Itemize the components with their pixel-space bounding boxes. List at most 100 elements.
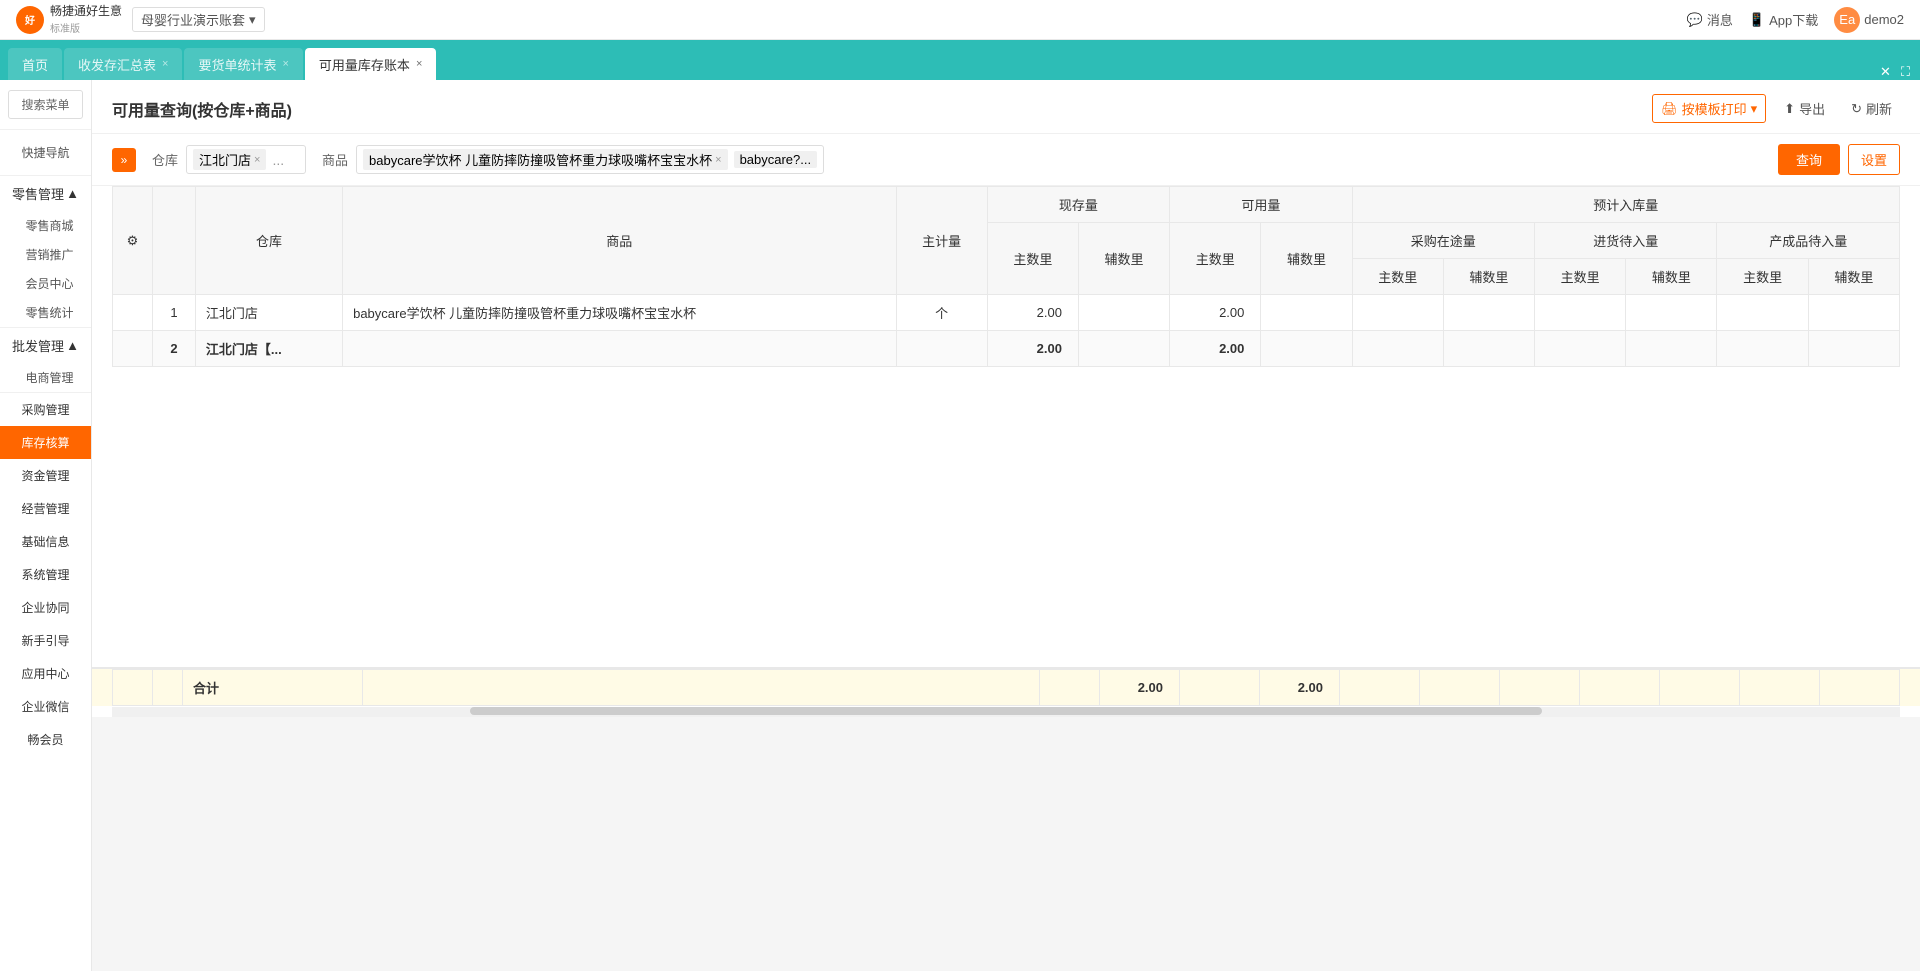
row2-stock-main: 2.00 <box>987 331 1078 367</box>
sidebar-section-wholesale-label: 批发管理 <box>12 336 64 355</box>
sidebar-item-newguide[interactable]: 新手引导 <box>0 624 91 657</box>
search-menu-button[interactable]: 搜索菜单 <box>8 90 83 119</box>
col-product: 商品 <box>343 187 896 295</box>
data-table: ⚙ 仓库 商品 主计量 现存量 可用量 预计入库量 主数里 辅数里 <box>112 186 1900 367</box>
sidebar-item-wechat[interactable]: 企业微信 <box>0 690 91 723</box>
filter-expand-button[interactable]: » <box>112 148 136 172</box>
top-bar: 好 畅捷通好生意 标准版 母婴行业演示账套 ▾ 💬 消息 📱 App下载 Ea … <box>0 0 1920 40</box>
maximize-icon[interactable]: ⛶ <box>1901 64 1910 80</box>
product-tag-2-text: babycare?... <box>740 152 812 167</box>
row1-settings <box>113 295 153 331</box>
horizontal-scrollbar[interactable] <box>112 707 1900 717</box>
tab-keyongliang-close[interactable]: × <box>416 58 422 70</box>
app-download-label: App下载 <box>1769 10 1818 29</box>
nav-right-controls: ✕ ⛶ <box>1880 64 1920 80</box>
sidebar-item-enterprise[interactable]: 企业协同 <box>0 591 91 624</box>
warehouse-tag-area[interactable]: 江北门店 × ... <box>186 145 306 174</box>
row1-incoming-aux <box>1626 295 1717 331</box>
tab-home[interactable]: 首页 <box>8 48 62 80</box>
sidebar-item-inventory[interactable]: 库存核算 <box>0 426 91 459</box>
product-filter-group: 商品 babycare学饮杯 儿童防摔防撞吸管杯重力球吸嘴杯宝宝水杯 × bab… <box>322 145 824 174</box>
product-tag-area[interactable]: babycare学饮杯 儿童防摔防撞吸管杯重力球吸嘴杯宝宝水杯 × babyca… <box>356 145 824 174</box>
app-download-item[interactable]: 📱 App下载 <box>1749 10 1818 29</box>
footer-purchase-aux <box>1500 670 1580 706</box>
export-icon: ⬆ <box>1784 101 1795 117</box>
settings-button[interactable]: 设置 <box>1848 144 1900 175</box>
chevron-down-icon-wholesale: ▲ <box>66 338 79 353</box>
refresh-icon: ↻ <box>1851 101 1862 117</box>
col-current-stock: 现存量 <box>987 187 1169 223</box>
sidebar-item-purchase[interactable]: 采购管理 <box>0 393 91 426</box>
sidebar-section-retail: 零售管理 ▲ 零售商城 营销推广 会员中心 零售统计 <box>0 176 91 328</box>
export-button[interactable]: ⬆ 导出 <box>1776 95 1833 122</box>
sidebar-item-member2[interactable]: 畅会员 <box>0 723 91 756</box>
content-area: 可用量查询(按仓库+商品) 🖨 按模板打印 ▾ ⬆ 导出 ↻ 刷新 <box>92 80 1920 971</box>
tab-shoufacun[interactable]: 收发存汇总表 × <box>64 48 182 80</box>
row1-production-main <box>1717 295 1808 331</box>
sidebar-section-wholesale: 批发管理 ▲ 电商管理 <box>0 328 91 393</box>
row1-product: babycare学饮杯 儿童防摔防撞吸管杯重力球吸嘴杯宝宝水杯 <box>343 295 896 331</box>
footer-table: 合计 2.00 2.00 <box>112 669 1900 706</box>
col-production: 产成品待入量 <box>1717 223 1900 259</box>
user-label: demo2 <box>1864 12 1904 27</box>
logo-sub: 标准版 <box>50 20 122 35</box>
row2-incoming-main <box>1535 331 1626 367</box>
tab-yaohuo-close[interactable]: × <box>282 58 288 70</box>
footer-area: 合计 2.00 2.00 <box>92 667 1920 706</box>
scrollbar-thumb[interactable] <box>470 707 1543 715</box>
sidebar-item-member[interactable]: 会员中心 <box>0 269 91 298</box>
table-container: ⚙ 仓库 商品 主计量 现存量 可用量 预计入库量 主数里 辅数里 <box>92 186 1920 367</box>
sidebar-item-system[interactable]: 系统管理 <box>0 558 91 591</box>
row2-avail-aux <box>1261 331 1352 367</box>
sidebar-item-appcenter[interactable]: 应用中心 <box>0 657 91 690</box>
sidebar-item-operations[interactable]: 经营管理 <box>0 492 91 525</box>
product-tag-1: babycare学饮杯 儿童防摔防撞吸管杯重力球吸嘴杯宝宝水杯 × <box>363 149 728 170</box>
warehouse-dots[interactable]: ... <box>272 152 284 168</box>
warehouse-filter-label: 仓库 <box>152 150 178 169</box>
avatar: Ea <box>1834 7 1860 33</box>
message-item[interactable]: 💬 消息 <box>1687 10 1733 29</box>
row1-avail-aux <box>1261 295 1352 331</box>
print-button[interactable]: 🖨 按模板打印 ▾ <box>1652 94 1766 123</box>
footer-production-main <box>1740 670 1820 706</box>
print-icon: 🖨 <box>1661 101 1678 117</box>
message-label: 消息 <box>1707 10 1733 29</box>
warehouse-tag-close[interactable]: × <box>254 154 260 166</box>
product-tag-1-close[interactable]: × <box>715 154 721 166</box>
col-production-aux: 辅数里 <box>1808 259 1899 295</box>
close-window-icon[interactable]: ✕ <box>1880 64 1891 80</box>
footer-purchase-main <box>1420 670 1500 706</box>
row2-warehouse: 江北门店【... <box>195 331 342 367</box>
industry-selector[interactable]: 母婴行业演示账套 ▾ <box>132 7 265 32</box>
col-production-main: 主数里 <box>1717 259 1808 295</box>
footer-col-index <box>153 670 183 706</box>
sidebar-section-wholesale-header[interactable]: 批发管理 ▲ <box>0 328 91 363</box>
tab-shoufacun-close[interactable]: × <box>162 58 168 70</box>
tab-home-label: 首页 <box>22 55 48 74</box>
sidebar-item-retail-mall[interactable]: 零售商城 <box>0 211 91 240</box>
row2-production-aux <box>1808 331 1899 367</box>
warehouse-tag-text: 江北门店 <box>199 150 251 169</box>
sidebar-item-basic-info[interactable]: 基础信息 <box>0 525 91 558</box>
tab-yaohuo[interactable]: 要货单统计表 × <box>184 48 302 80</box>
sidebar-item-marketing[interactable]: 营销推广 <box>0 240 91 269</box>
user-item[interactable]: Ea demo2 <box>1834 7 1904 33</box>
logo-text-block: 畅捷通好生意 标准版 <box>50 4 122 35</box>
sidebar-item-finance[interactable]: 资金管理 <box>0 459 91 492</box>
sidebar-item-quicknav[interactable]: 快捷导航 <box>0 138 91 167</box>
chevron-down-icon: ▾ <box>249 12 256 28</box>
footer-stock-aux <box>1180 670 1260 706</box>
footer-col-settings <box>113 670 153 706</box>
col-purchase-intransit: 采购在途量 <box>1352 223 1534 259</box>
refresh-label: 刷新 <box>1866 99 1892 118</box>
row1-unit: 个 <box>896 295 987 331</box>
col-settings[interactable]: ⚙ <box>113 187 153 295</box>
sidebar-item-ecommerce[interactable]: 电商管理 <box>0 363 91 392</box>
sidebar-item-retail-stats[interactable]: 零售统计 <box>0 298 91 327</box>
row2-index: 2 <box>153 331 196 367</box>
query-button[interactable]: 查询 <box>1778 144 1840 175</box>
sidebar-section-retail-header[interactable]: 零售管理 ▲ <box>0 176 91 211</box>
tab-keyongliang[interactable]: 可用量库存账本 × <box>305 48 436 80</box>
tab-shoufacun-label: 收发存汇总表 <box>78 55 156 74</box>
refresh-button[interactable]: ↻ 刷新 <box>1843 95 1900 122</box>
